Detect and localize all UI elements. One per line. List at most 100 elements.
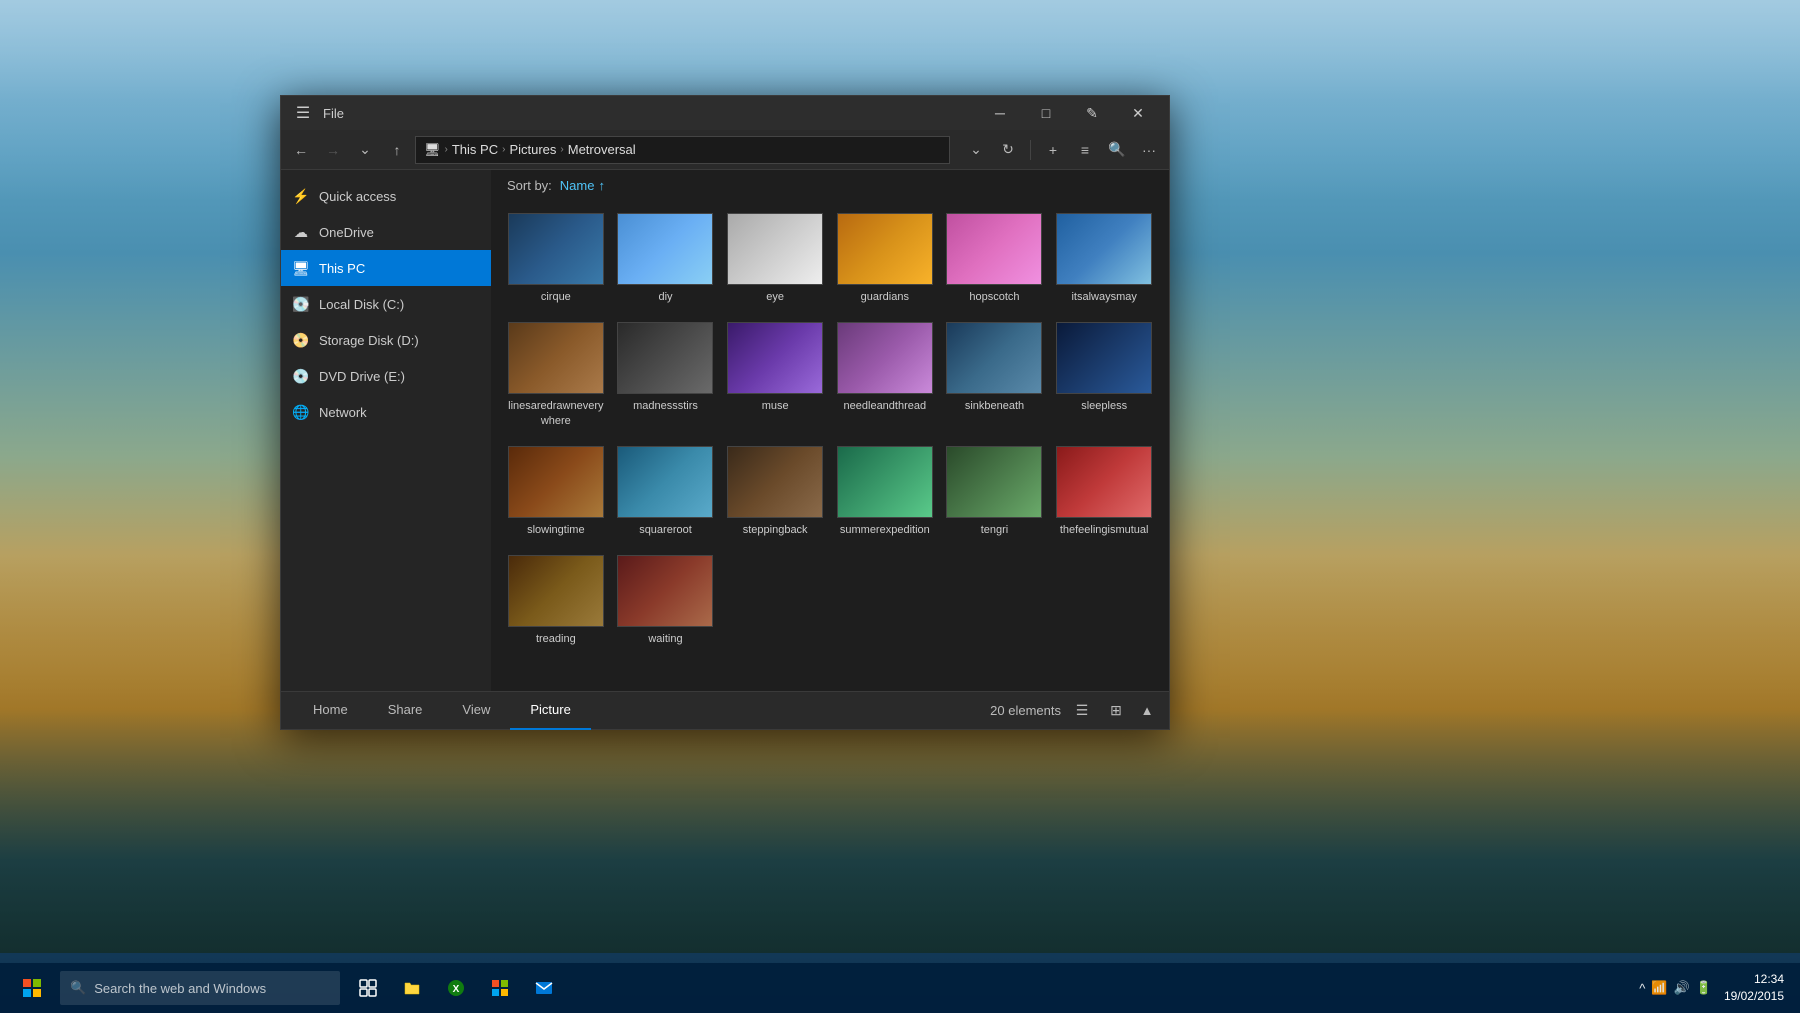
local-disk-icon: 💽: [293, 296, 309, 312]
file-item-thefeelingismutual[interactable]: thefeelingismutual: [1051, 438, 1157, 543]
file-name: muse: [762, 399, 789, 413]
search-button[interactable]: 🔍: [1103, 136, 1131, 164]
tab-share[interactable]: Share: [368, 692, 443, 730]
file-item-hopscotch[interactable]: hopscotch: [942, 205, 1048, 310]
tray-expand[interactable]: ^: [1639, 981, 1645, 996]
file-item-madnessstirs[interactable]: madnessstirs: [613, 314, 719, 434]
file-item-slowingtime[interactable]: slowingtime: [503, 438, 609, 543]
file-item-linesaredrawnevery-where[interactable]: linesaredrawnevery where: [503, 314, 609, 434]
file-item-steppingback[interactable]: steppingback: [722, 438, 828, 543]
file-thumbnail: [617, 446, 713, 518]
file-name: needleandthread: [844, 399, 927, 413]
start-button[interactable]: [8, 968, 56, 1008]
file-item-diy[interactable]: diy: [613, 205, 719, 310]
sidebar-item-onedrive[interactable]: ☁ OneDrive: [281, 214, 491, 250]
file-item-itsalwaysmay[interactable]: itsalwaysmay: [1051, 205, 1157, 310]
file-name: steppingback: [743, 523, 808, 537]
menu-icon[interactable]: ☰: [289, 99, 317, 127]
file-name: hopscotch: [969, 290, 1019, 304]
file-name: tengri: [981, 523, 1009, 537]
taskbar-search[interactable]: 🔍 Search the web and Windows: [60, 971, 340, 1005]
forward-button[interactable]: →: [319, 136, 347, 164]
file-item-tengri[interactable]: tengri: [942, 438, 1048, 543]
file-thumbnail: [1056, 322, 1152, 394]
sidebar-label-quick-access: Quick access: [319, 189, 396, 204]
status-chevron[interactable]: ▲: [1137, 698, 1157, 724]
file-name: diy: [658, 290, 672, 304]
file-item-eye[interactable]: eye: [722, 205, 828, 310]
sidebar-label-storage-disk: Storage Disk (D:): [319, 333, 419, 348]
file-name: thefeelingismutual: [1060, 523, 1149, 537]
store-button[interactable]: [480, 968, 520, 1008]
tab-home[interactable]: Home: [293, 692, 368, 730]
window-title: File: [323, 106, 344, 121]
file-item-cirque[interactable]: cirque: [503, 205, 609, 310]
breadcrumb-pictures[interactable]: Pictures: [509, 142, 556, 157]
minimize-button[interactable]: ─: [977, 96, 1023, 130]
taskbar: 🔍 Search the web and Windows X: [0, 963, 1800, 1013]
file-thumbnail: [508, 322, 604, 394]
sidebar-item-local-disk[interactable]: 💽 Local Disk (C:): [281, 286, 491, 322]
sidebar-label-local-disk: Local Disk (C:): [319, 297, 404, 312]
tab-view[interactable]: View: [442, 692, 510, 730]
view-options-button[interactable]: ≡: [1071, 136, 1099, 164]
file-name: squareroot: [639, 523, 692, 537]
storage-disk-icon: 📀: [293, 332, 309, 348]
back-button[interactable]: ←: [287, 136, 315, 164]
file-thumbnail: [837, 446, 933, 518]
sidebar-item-network[interactable]: 🌐 Network: [281, 394, 491, 430]
task-view-button[interactable]: [348, 968, 388, 1008]
file-item-needleandthread[interactable]: needleandthread: [832, 314, 938, 434]
this-pc-icon: 🖥: [293, 260, 309, 276]
file-item-sinkbeneath[interactable]: sinkbeneath: [942, 314, 1048, 434]
up-button[interactable]: ↑: [383, 136, 411, 164]
taskbar-clock[interactable]: 12:34 19/02/2015: [1724, 971, 1792, 1005]
taskbar-right: ^ 📶 🔊 🔋 12:34 19/02/2015: [1631, 971, 1792, 1005]
sidebar-item-storage-disk[interactable]: 📀 Storage Disk (D:): [281, 322, 491, 358]
refresh-button[interactable]: ↻: [994, 136, 1022, 164]
clock-time: 12:34: [1724, 971, 1784, 988]
maximize-button[interactable]: □: [1023, 96, 1069, 130]
mail-button[interactable]: [524, 968, 564, 1008]
sidebar-item-this-pc[interactable]: 🖥 This PC: [281, 250, 491, 286]
file-thumbnail: [1056, 213, 1152, 285]
file-explorer-taskbar-button[interactable]: [392, 968, 432, 1008]
sort-name-button[interactable]: Name ↑: [560, 178, 605, 193]
file-thumbnail: [617, 322, 713, 394]
breadcrumb-metroversal[interactable]: Metroversal: [568, 142, 636, 157]
file-item-muse[interactable]: muse: [722, 314, 828, 434]
file-name: linesaredrawnevery where: [507, 399, 605, 428]
file-grid: cirque diy eyeguardians hopscotch itsalwaysm…: [491, 201, 1169, 668]
sidebar-item-quick-access[interactable]: ⚡ Quick access: [281, 178, 491, 214]
sidebar-item-dvd-drive[interactable]: 💿 DVD Drive (E:): [281, 358, 491, 394]
add-button[interactable]: +: [1039, 136, 1067, 164]
window-controls: ─ □ ✎ ✕: [977, 96, 1161, 130]
tray-volume: 🔊: [1674, 980, 1690, 996]
breadcrumb-dropdown[interactable]: ⌄: [962, 136, 990, 164]
tab-picture[interactable]: Picture: [510, 692, 590, 730]
list-view-button[interactable]: ☰: [1069, 698, 1095, 724]
more-options-button[interactable]: ···: [1135, 136, 1163, 164]
svg-text:X: X: [453, 984, 460, 995]
sort-label: Sort by:: [507, 178, 552, 193]
file-thumbnail: [508, 446, 604, 518]
edit-button[interactable]: ✎: [1069, 96, 1115, 130]
element-count: 20 elements: [990, 703, 1061, 718]
xbox-button[interactable]: X: [436, 968, 476, 1008]
dropdown-button[interactable]: ⌄: [351, 136, 379, 164]
file-item-summerexpedition[interactable]: summerexpedition: [832, 438, 938, 543]
breadcrumb-bar[interactable]: 🖥 › This PC › Pictures › Metroversal: [415, 136, 950, 164]
file-item-sleepless[interactable]: sleepless: [1051, 314, 1157, 434]
breadcrumb-this-pc[interactable]: This PC: [452, 142, 498, 157]
file-item-waiting[interactable]: waiting: [613, 547, 719, 652]
file-thumbnail: [946, 322, 1042, 394]
file-name: waiting: [648, 632, 682, 646]
close-button[interactable]: ✕: [1115, 96, 1161, 130]
file-item-guardians[interactable]: guardians: [832, 205, 938, 310]
file-thumbnail: [617, 213, 713, 285]
taskbar-tray: ^ 📶 🔊 🔋: [1631, 980, 1720, 996]
file-item-treading[interactable]: treading: [503, 547, 609, 652]
grid-view-button[interactable]: ⊞: [1103, 698, 1129, 724]
file-thumbnail: [617, 555, 713, 627]
file-item-squareroot[interactable]: squareroot: [613, 438, 719, 543]
